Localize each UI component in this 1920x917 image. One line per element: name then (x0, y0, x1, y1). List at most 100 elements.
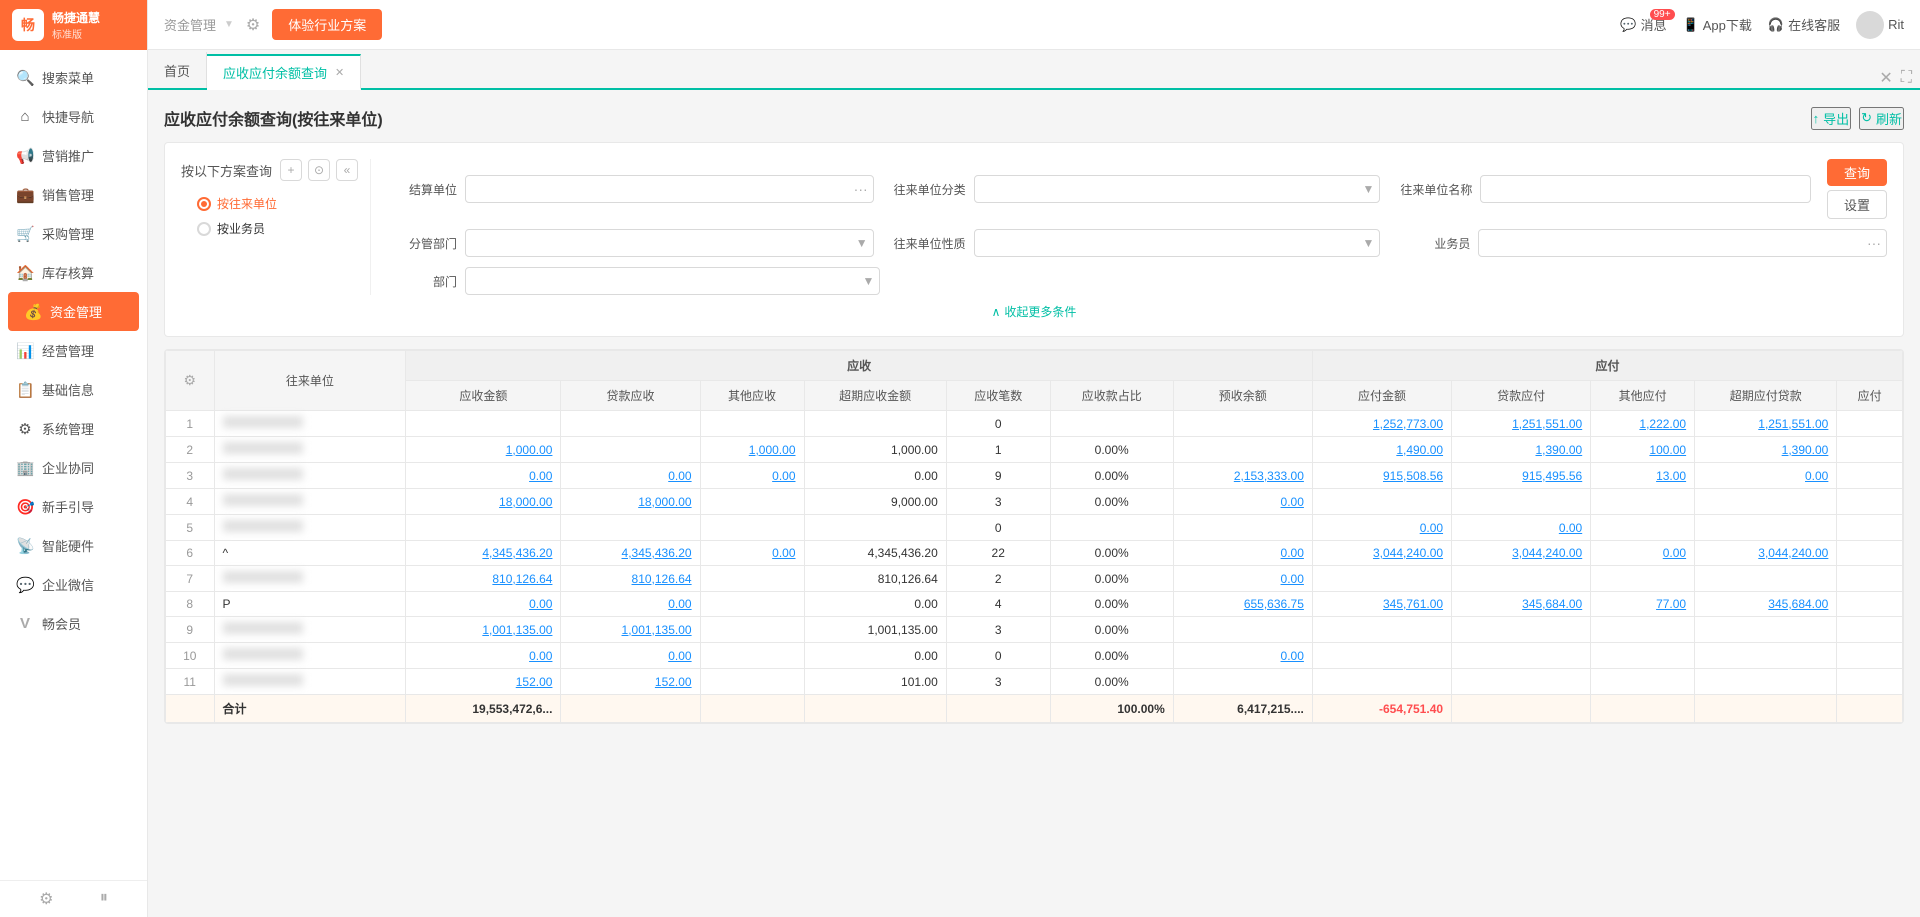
partner-category-select[interactable] (974, 175, 1381, 203)
sidebar-item-corp[interactable]: 🏢 企业协同 (0, 448, 147, 487)
cell-ar_loan[interactable]: 152.00 (561, 669, 700, 695)
jiesuandanwei-dots-icon[interactable]: ··· (854, 181, 868, 197)
salesman-input[interactable] (1478, 229, 1887, 257)
cell-ar_prepay[interactable]: 0.00 (1173, 489, 1312, 515)
cell-ap_amount[interactable]: 1,252,773.00 (1312, 411, 1451, 437)
promo-button[interactable]: 体验行业方案 (272, 9, 382, 40)
cell-ar_amount[interactable] (406, 515, 561, 541)
cell-ap_other[interactable]: 77.00 (1591, 592, 1695, 617)
cell-ap_overdue[interactable]: 345,684.00 (1695, 592, 1837, 617)
collapse-scheme-button[interactable]: « (336, 159, 358, 181)
settings-bottom-icon[interactable]: ⚙ (39, 889, 53, 909)
cell-ar_prepay[interactable]: 0.00 (1173, 643, 1312, 669)
cell-ap_other[interactable]: 1,222.00 (1591, 411, 1695, 437)
cell-ap_loan[interactable] (1452, 617, 1591, 643)
cell-ap_amount[interactable]: 345,761.00 (1312, 592, 1451, 617)
cell-ar_amount[interactable]: 4,345,436.20 (406, 541, 561, 566)
cell-ap_overdue[interactable] (1695, 669, 1837, 695)
cell-ap_loan[interactable]: 1,390.00 (1452, 437, 1591, 463)
cell-ap_amount[interactable]: 915,508.56 (1312, 463, 1451, 489)
cell-ap_overdue[interactable]: 1,390.00 (1695, 437, 1837, 463)
sidebar-item-purchase[interactable]: 🛒 采购管理 (0, 214, 147, 253)
sidebar-item-basic[interactable]: 📋 基础信息 (0, 370, 147, 409)
cell-ar_other[interactable] (700, 617, 804, 643)
export-button[interactable]: ↑ 导出 (1811, 107, 1852, 130)
scheme-option-salesman[interactable]: 按业务员 (197, 218, 358, 239)
settings-scheme-button[interactable]: ⊙ (308, 159, 330, 181)
service-button[interactable]: 🎧 在线客服 (1768, 15, 1840, 34)
cell-ap_amount[interactable] (1312, 669, 1451, 695)
add-scheme-button[interactable]: + (280, 159, 302, 181)
cell-ar_prepay[interactable]: 0.00 (1173, 541, 1312, 566)
cell-ar_loan[interactable] (561, 411, 700, 437)
sidebar-item-operation[interactable]: 📊 经营管理 (0, 331, 147, 370)
cell-ar_amount[interactable]: 1,001,135.00 (406, 617, 561, 643)
cell-ap_loan[interactable] (1452, 566, 1591, 592)
cell-ar_prepay[interactable] (1173, 617, 1312, 643)
cell-ar_prepay[interactable]: 0.00 (1173, 566, 1312, 592)
cell-ap_loan[interactable] (1452, 489, 1591, 515)
cell-ar_amount[interactable]: 0.00 (406, 592, 561, 617)
cell-ar_other[interactable] (700, 643, 804, 669)
cell-ap_loan[interactable]: 0.00 (1452, 515, 1591, 541)
cell-ap_amount[interactable] (1312, 566, 1451, 592)
sidebar-item-finance[interactable]: 💰 资金管理 (8, 292, 139, 331)
cell-ar_loan[interactable]: 0.00 (561, 463, 700, 489)
sidebar-item-hardware[interactable]: 📡 智能硬件 (0, 526, 147, 565)
cell-ar_loan[interactable]: 1,001,135.00 (561, 617, 700, 643)
cell-ap_other[interactable] (1591, 669, 1695, 695)
cell-ap_loan[interactable]: 1,251,551.00 (1452, 411, 1591, 437)
cell-ar_amount[interactable]: 810,126.64 (406, 566, 561, 592)
cell-ap_amount[interactable] (1312, 617, 1451, 643)
scheme-option-partner[interactable]: 按往来单位 (197, 193, 358, 214)
table-settings-icon[interactable]: ⚙ (183, 372, 196, 388)
jiesuandanwei-input[interactable] (465, 175, 874, 203)
cell-ap_overdue[interactable] (1695, 643, 1837, 669)
cell-ar_loan[interactable]: 0.00 (561, 643, 700, 669)
message-button[interactable]: 💬 消息 99+ (1620, 15, 1666, 34)
cell-ar_loan[interactable]: 4,345,436.20 (561, 541, 700, 566)
sidebar-item-member[interactable]: V 畅会员 (0, 604, 147, 643)
cell-ar_loan[interactable]: 0.00 (561, 592, 700, 617)
partner-name-input[interactable] (1480, 175, 1811, 203)
sidebar-item-wechat[interactable]: 💬 企业微信 (0, 565, 147, 604)
header-gear-icon[interactable]: ⚙ (246, 15, 260, 35)
cell-ar_prepay[interactable]: 655,636.75 (1173, 592, 1312, 617)
cell-ap_other[interactable] (1591, 515, 1695, 541)
footer-ar-prepay[interactable]: 6,417,215.... (1173, 695, 1312, 723)
sidebar-item-guide[interactable]: 🎯 新手引导 (0, 487, 147, 526)
cell-ar_amount[interactable]: 1,000.00 (406, 437, 561, 463)
cell-ar_other[interactable]: 1,000.00 (700, 437, 804, 463)
cell-ap_amount[interactable] (1312, 489, 1451, 515)
sidebar-item-inventory[interactable]: 🏠 库存核算 (0, 253, 147, 292)
cell-ap_other[interactable]: 100.00 (1591, 437, 1695, 463)
user-menu[interactable]: Rit (1856, 11, 1904, 39)
cell-ap_loan[interactable]: 3,044,240.00 (1452, 541, 1591, 566)
cell-ap_loan[interactable] (1452, 643, 1591, 669)
cell-ap_other[interactable] (1591, 643, 1695, 669)
cell-ap_other[interactable]: 0.00 (1591, 541, 1695, 566)
cell-ar_loan[interactable]: 810,126.64 (561, 566, 700, 592)
dept-select[interactable] (465, 229, 874, 257)
cell-ar_other[interactable] (700, 515, 804, 541)
collapse-conditions-button[interactable]: ∧ 收起更多条件 (992, 303, 1077, 320)
cell-ar_other[interactable] (700, 411, 804, 437)
footer-ar-amount[interactable]: 19,553,472,6... (406, 695, 561, 723)
app-download-button[interactable]: 📱 App下载 (1683, 15, 1752, 34)
tab-maximize-icon[interactable]: ⛶ (1901, 69, 1912, 87)
cell-ar_loan[interactable] (561, 515, 700, 541)
sidebar-item-quick[interactable]: ⌂ 快捷导航 (0, 97, 147, 136)
cell-ap_overdue[interactable]: 0.00 (1695, 463, 1837, 489)
cell-ap_overdue[interactable] (1695, 617, 1837, 643)
tab-close-icon[interactable]: ✕ (335, 66, 344, 79)
cell-ar_other[interactable]: 0.00 (700, 463, 804, 489)
cell-ap_other[interactable] (1591, 566, 1695, 592)
cell-ar_prepay[interactable] (1173, 515, 1312, 541)
sidebar-item-marketing[interactable]: 📢 营销推广 (0, 136, 147, 175)
cell-ar_prepay[interactable] (1173, 669, 1312, 695)
cell-ap_amount[interactable] (1312, 643, 1451, 669)
salesman-dots-icon[interactable]: ··· (1867, 235, 1881, 251)
collapse-sidebar-icon[interactable]: ⏸ (100, 889, 108, 909)
cell-ar_prepay[interactable] (1173, 437, 1312, 463)
subdept-select[interactable] (465, 267, 880, 295)
